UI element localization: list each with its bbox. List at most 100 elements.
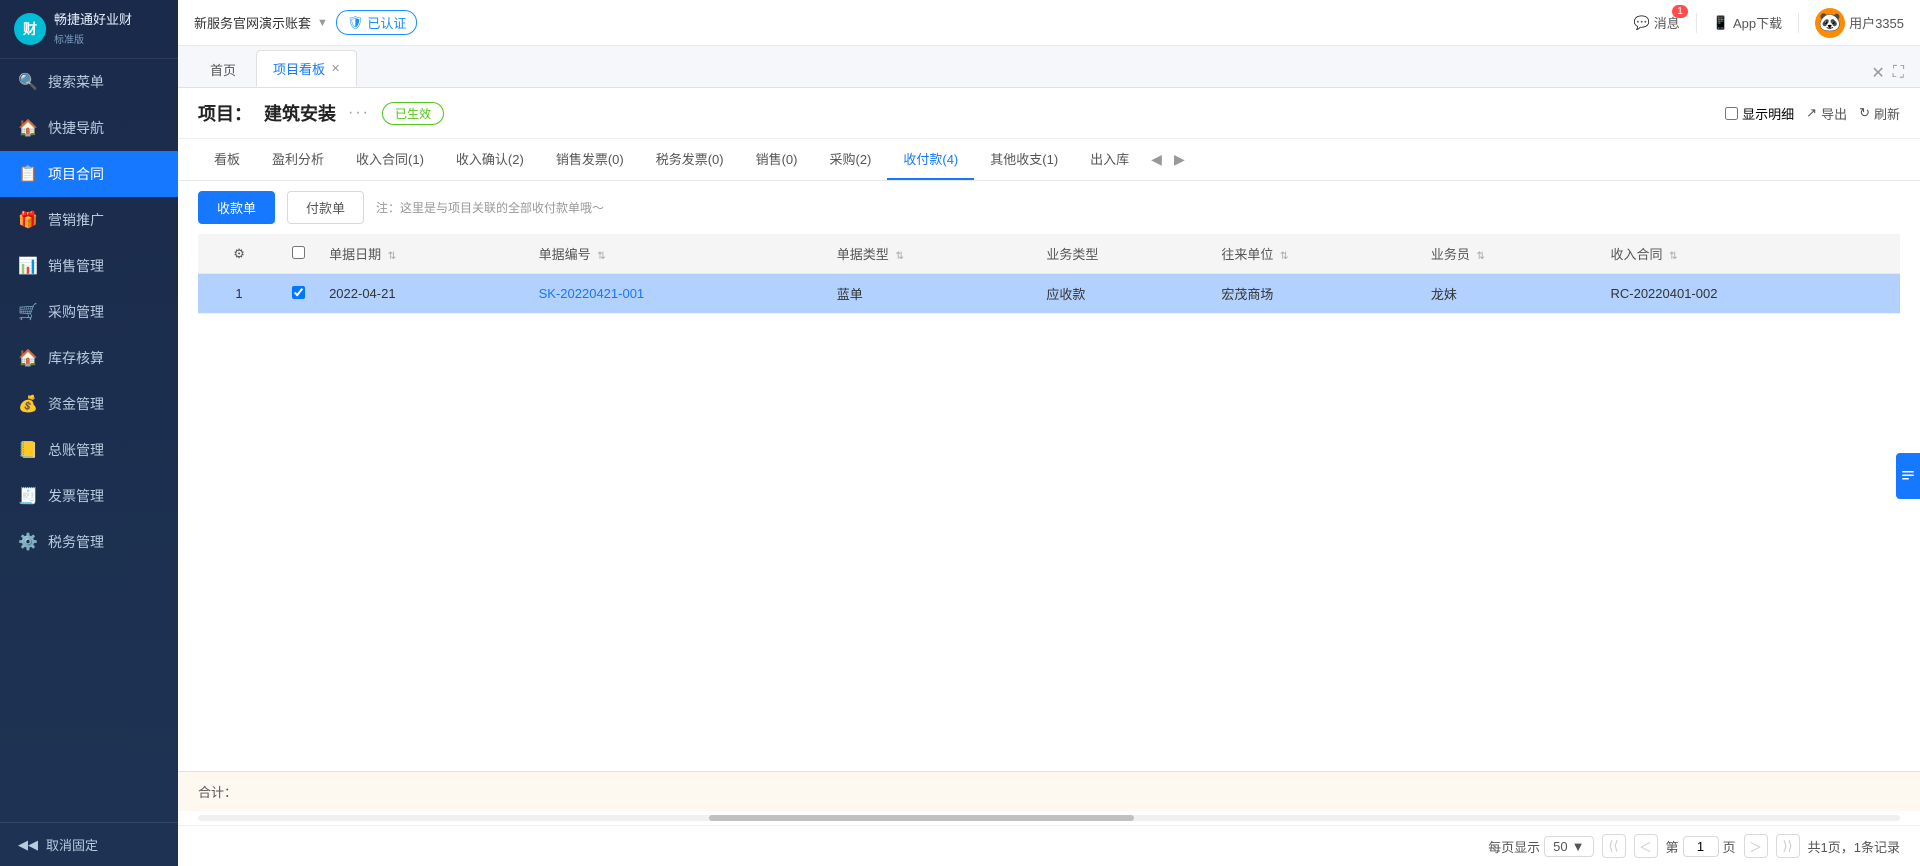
sidebar-item-invoice[interactable]: 🧾 发票管理 xyxy=(0,473,178,519)
sidebar-item-tax[interactable]: ⚙️ 税务管理 xyxy=(0,519,178,565)
sidebar-logo: 财 xyxy=(14,13,46,45)
shield-icon: 🛡 xyxy=(347,15,364,31)
sidebar-item-inventory[interactable]: 🏠 库存核算 xyxy=(0,335,178,381)
nav-tab-kanban[interactable]: 看板 xyxy=(198,139,256,180)
total-info: 共1页，1条记录 xyxy=(1808,837,1900,856)
nav-prev-arrow[interactable]: ◀ xyxy=(1145,143,1168,176)
refresh-button[interactable]: ↻ 刷新 xyxy=(1859,104,1900,123)
finance-icon: 💰 xyxy=(18,394,38,414)
row-number[interactable]: SK-20220421-001 xyxy=(527,274,825,314)
sort-salesperson-icon: ⇅ xyxy=(1477,251,1485,262)
search-icon: 🔍 xyxy=(18,72,38,92)
user-avatar: 🐼 xyxy=(1815,8,1845,38)
sort-number-icon: ⇅ xyxy=(597,251,605,262)
sidebar-menu: 🔍 搜索菜单 🏠 快捷导航 📋 项目合同 🎁 营销推广 📊 销售管理 🛒 采购管… xyxy=(0,59,178,822)
page-number-input[interactable] xyxy=(1683,836,1719,857)
row-checkbox[interactable] xyxy=(292,286,305,299)
message-icon: 💬 xyxy=(1634,15,1650,31)
tab-project-board[interactable]: 项目看板 ✕ xyxy=(256,50,357,87)
data-table: ⚙ 单据日期 ⇅ 单据编号 ⇅ xyxy=(198,234,1900,314)
nav-next-arrow[interactable]: ▶ xyxy=(1168,143,1191,176)
col-settings[interactable]: ⚙ xyxy=(198,234,280,274)
select-all-checkbox[interactable] xyxy=(292,246,305,259)
sales-icon: 📊 xyxy=(18,256,38,276)
data-table-container: ⚙ 单据日期 ⇅ 单据编号 ⇅ xyxy=(178,234,1920,771)
inventory-icon: 🏠 xyxy=(18,348,38,368)
first-page-button[interactable]: ⟨⟨ xyxy=(1602,834,1626,858)
nav-tabs: 看板 盈利分析 收入合同(1) 收入确认(2) 销售发票(0) 税务发票(0) … xyxy=(178,139,1920,181)
maximize-window-icon[interactable]: ⛶ xyxy=(1893,64,1904,82)
show-detail-checkbox[interactable]: 显示明细 xyxy=(1725,104,1794,123)
home-icon: 🏠 xyxy=(18,118,38,138)
sub-tab-receipt[interactable]: 收款单 xyxy=(198,191,275,224)
table-header-row: ⚙ 单据日期 ⇅ 单据编号 ⇅ xyxy=(198,234,1900,274)
horizontal-scrollbar[interactable] xyxy=(178,811,1920,825)
mobile-icon: 📱 xyxy=(1713,15,1729,31)
nav-tab-sales[interactable]: 销售(0) xyxy=(740,139,814,180)
col-salesperson[interactable]: 业务员 ⇅ xyxy=(1419,234,1599,274)
nav-tab-sales-invoice[interactable]: 销售发票(0) xyxy=(540,139,640,180)
project-more-button[interactable]: ··· xyxy=(348,104,370,122)
sidebar-item-search[interactable]: 🔍 搜索菜单 xyxy=(0,59,178,105)
nav-tab-profit[interactable]: 盈利分析 xyxy=(256,139,340,180)
project-name: 建筑安装 xyxy=(264,100,336,126)
next-page-button[interactable]: ＞ xyxy=(1744,834,1768,858)
tab-home[interactable]: 首页 xyxy=(194,52,252,87)
sort-date-icon: ⇅ xyxy=(388,251,396,262)
right-float-panel-button[interactable] xyxy=(1896,453,1920,499)
nav-tab-purchase[interactable]: 采购(2) xyxy=(813,139,887,180)
col-type[interactable]: 单据类型 ⇅ xyxy=(825,234,1035,274)
account-selector[interactable]: 新服务官网演示账套 ▼ xyxy=(194,13,328,32)
sub-tab-payment[interactable]: 付款单 xyxy=(287,191,364,224)
table-row[interactable]: 1 2022-04-21 SK-20220421-001 蓝单 应收款 xyxy=(198,274,1900,314)
message-button[interactable]: 💬 消息 1 xyxy=(1634,13,1680,32)
user-menu[interactable]: 🐼 用户3355 xyxy=(1815,8,1904,38)
col-number[interactable]: 单据编号 ⇅ xyxy=(527,234,825,274)
col-date[interactable]: 单据日期 ⇅ xyxy=(317,234,527,274)
col-partner[interactable]: 往来单位 ⇅ xyxy=(1209,234,1419,274)
sidebar-item-purchase[interactable]: 🛒 采购管理 xyxy=(0,289,178,335)
sub-tabs: 收款单 付款单 注：这里是与项目关联的全部收付款单哦～ xyxy=(178,181,1920,234)
sidebar-item-sales[interactable]: 📊 销售管理 xyxy=(0,243,178,289)
project-status-badge: 已生效 xyxy=(382,102,444,125)
app-download-button[interactable]: 📱 App下载 xyxy=(1713,13,1782,32)
page-size-dropdown[interactable]: 50 ▼ xyxy=(1544,836,1593,857)
export-button[interactable]: ↗ 导出 xyxy=(1806,104,1847,123)
purchase-icon: 🛒 xyxy=(18,302,38,322)
nav-tab-payment[interactable]: 收付款(4) xyxy=(887,139,974,180)
row-salesperson: 龙妹 xyxy=(1419,274,1599,314)
sidebar-item-finance[interactable]: 💰 资金管理 xyxy=(0,381,178,427)
col-income-contract[interactable]: 收入合同 ⇅ xyxy=(1598,234,1900,274)
sidebar-unpin-button[interactable]: ◀◀ 取消固定 xyxy=(0,822,178,866)
nav-tab-income-confirm[interactable]: 收入确认(2) xyxy=(440,139,540,180)
sidebar-item-project-contract[interactable]: 📋 项目合同 xyxy=(0,151,178,197)
sidebar-item-marketing[interactable]: 🎁 营销推广 xyxy=(0,197,178,243)
certified-badge: 🛡 已认证 xyxy=(336,10,418,35)
topbar-divider2 xyxy=(1798,13,1799,33)
sidebar-item-quick-nav[interactable]: 🏠 快捷导航 xyxy=(0,105,178,151)
row-biz-type: 应收款 xyxy=(1034,274,1209,314)
nav-tab-income-contract[interactable]: 收入合同(1) xyxy=(340,139,440,180)
show-detail-input[interactable] xyxy=(1725,107,1738,120)
close-window-icon[interactable]: ✕ xyxy=(1871,63,1884,83)
tab-close-icon[interactable]: ✕ xyxy=(331,62,340,75)
sort-type-icon: ⇅ xyxy=(895,251,903,262)
row-checkbox-cell[interactable] xyxy=(280,274,317,314)
nav-tab-stock[interactable]: 出入库 xyxy=(1074,139,1145,180)
refresh-icon: ↻ xyxy=(1859,105,1870,121)
invoice-icon: 🧾 xyxy=(18,486,38,506)
account-chevron-icon: ▼ xyxy=(317,17,328,29)
tax-icon: ⚙️ xyxy=(18,532,38,552)
settings-icon[interactable]: ⚙ xyxy=(233,246,245,261)
row-income-contract: RC-20220401-002 xyxy=(1598,274,1900,314)
prev-page-button[interactable]: ＜ xyxy=(1634,834,1658,858)
nav-tab-tax-invoice[interactable]: 税务发票(0) xyxy=(640,139,740,180)
row-number-link[interactable]: SK-20220421-001 xyxy=(539,286,645,301)
row-type: 蓝单 xyxy=(825,274,1035,314)
ledger-icon: 📒 xyxy=(18,440,38,460)
sidebar-item-ledger[interactable]: 📒 总账管理 xyxy=(0,427,178,473)
nav-tab-other-expense[interactable]: 其他收支(1) xyxy=(974,139,1074,180)
last-page-button[interactable]: ⟩⟩ xyxy=(1776,834,1800,858)
col-biz-type: 业务类型 xyxy=(1034,234,1209,274)
sidebar: 财 畅捷通好业财 标准版 🔍 搜索菜单 🏠 快捷导航 📋 项目合同 🎁 营销推广… xyxy=(0,0,178,866)
